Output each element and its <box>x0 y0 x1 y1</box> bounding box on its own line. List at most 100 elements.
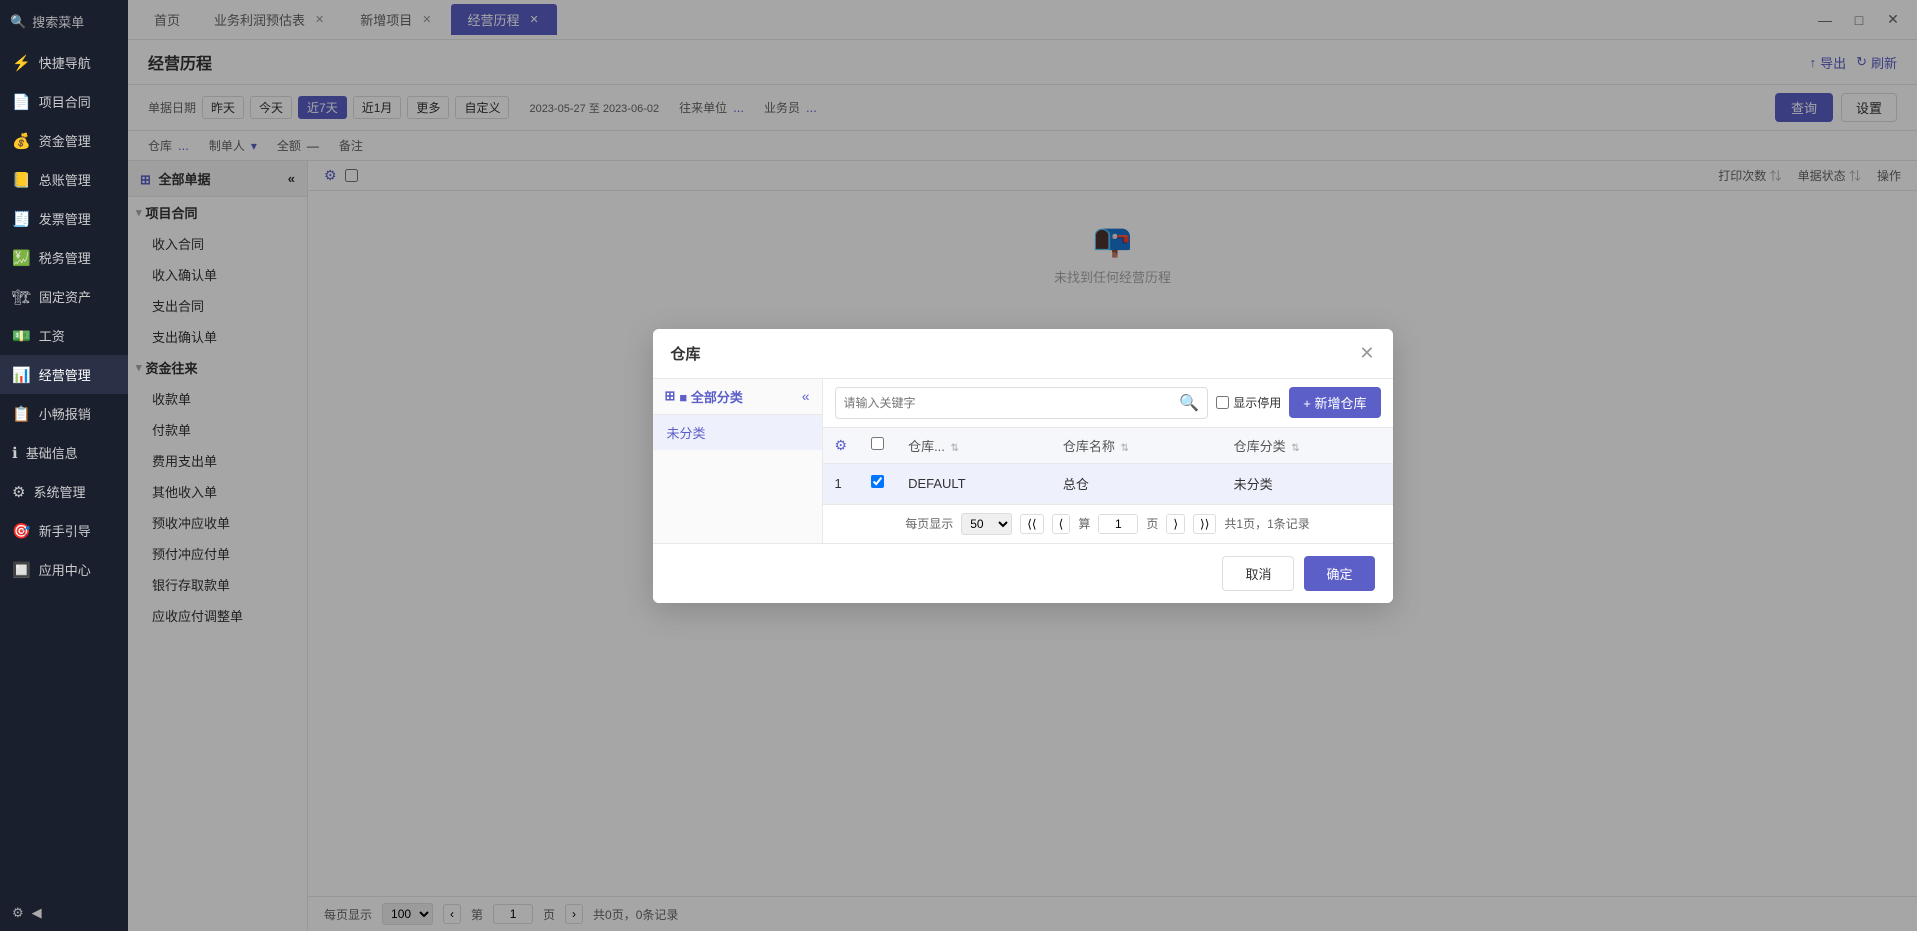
row-index: 1 <box>823 463 860 503</box>
row-category: 未分类 <box>1222 463 1393 503</box>
dialog-close-button[interactable]: ✕ <box>1359 344 1374 362</box>
show-disabled-label: 显示停用 <box>1233 394 1281 411</box>
add-warehouse-button[interactable]: + 新增仓库 <box>1289 387 1380 418</box>
row-checkbox[interactable] <box>871 475 884 488</box>
grid-cat-icon: ⊞ <box>665 388 676 404</box>
show-disabled-checkbox-group: 显示停用 <box>1216 394 1281 411</box>
sidebar: 🔍 搜索菜单 ⚡ 快捷导航 📄 项目合同 💰 资金管理 📒 总账管理 🧾 发票管… <box>0 0 128 931</box>
sidebar-item-system[interactable]: ⚙ 系统管理 <box>0 472 128 511</box>
sidebar-item-label: 项目合同 <box>39 92 91 111</box>
sidebar-item-xiaochang[interactable]: 📋 小畅报销 <box>0 394 128 433</box>
col-name: 仓库名称 ⇅ <box>1051 428 1222 464</box>
dialog-page-suffix: 页 <box>1146 515 1158 532</box>
sidebar-item-label: 发票管理 <box>39 209 91 228</box>
guide-icon: 🎯 <box>12 522 31 540</box>
dialog-first-page-btn[interactable]: ⟨⟨ <box>1020 514 1043 534</box>
app-icon: 🔲 <box>12 561 31 579</box>
sidebar-item-label: 新手引导 <box>39 521 91 540</box>
sidebar-item-label: 总账管理 <box>39 170 91 189</box>
sidebar-search[interactable]: 🔍 搜索菜单 <box>0 0 128 43</box>
confirm-button[interactable]: 确定 <box>1304 556 1374 591</box>
tax-icon: 💹 <box>12 249 31 267</box>
dialog-per-page-select[interactable]: 50 20 100 <box>961 513 1012 535</box>
sidebar-item-fixed-assets[interactable]: 🏗 固定资产 <box>0 277 128 316</box>
table-row[interactable]: 1 DEFAULT 总仓 未分类 <box>823 463 1393 503</box>
operations-icon: 📊 <box>12 366 31 384</box>
row-checkbox-cell <box>859 463 896 503</box>
sidebar-item-project-contract[interactable]: 📄 项目合同 <box>0 82 128 121</box>
dialog-table-header-row: ⚙ 仓库... ⇅ <box>823 428 1393 464</box>
search-input[interactable] <box>836 391 1172 415</box>
xiaochang-icon: 📋 <box>12 405 31 423</box>
sidebar-item-label: 税务管理 <box>39 248 91 267</box>
dialog-table: ⚙ 仓库... ⇅ <box>823 428 1393 504</box>
sidebar-item-label: 小畅报销 <box>39 404 91 423</box>
category-header: ⊞ ■ 全部分类 « <box>653 379 822 415</box>
col-settings-icon[interactable]: ⚙ <box>835 437 848 453</box>
sidebar-item-salary[interactable]: 💵 工资 <box>0 316 128 355</box>
general-ledger-icon: 📒 <box>12 171 31 189</box>
col-code-sort-icon: ⇅ <box>951 443 959 454</box>
category-list: 未分类 <box>653 415 822 479</box>
sidebar-item-quick-nav[interactable]: ⚡ 快捷导航 <box>0 43 128 82</box>
sidebar-item-guide[interactable]: 🎯 新手引导 <box>0 511 128 550</box>
collapse-bottom-icon[interactable]: ◀ <box>32 905 42 921</box>
dialog-last-page-btn[interactable]: ⟩⟩ <box>1193 514 1216 534</box>
search-input-wrap: 🔍 <box>835 387 1209 419</box>
invoice-icon: 🧾 <box>12 210 31 228</box>
sidebar-item-general-ledger[interactable]: 📒 总账管理 <box>0 160 128 199</box>
main-area: 首页 业务利润预估表 ✕ 新增项目 ✕ 经营历程 ✕ — □ ✕ 经营历程 ↑ … <box>128 0 1917 931</box>
col-code: 仓库... ⇅ <box>896 428 1051 464</box>
all-categories-label[interactable]: ⊞ ■ 全部分类 <box>665 387 743 406</box>
sidebar-item-label: 资金管理 <box>39 131 91 150</box>
col-settings: ⚙ <box>823 428 860 464</box>
search-icon: 🔍 <box>10 14 26 30</box>
sidebar-item-app[interactable]: 🔲 应用中心 <box>0 550 128 589</box>
dialog-header: 仓库 ✕ <box>653 329 1393 379</box>
project-contract-icon: 📄 <box>12 93 31 111</box>
sidebar-item-label: 固定资产 <box>39 287 91 306</box>
col-name-sort-icon: ⇅ <box>1120 443 1128 454</box>
dialog-page-input[interactable] <box>1098 514 1138 534</box>
dialog-table-wrapper: ⚙ 仓库... ⇅ <box>823 428 1393 504</box>
sidebar-item-label: 工资 <box>39 326 65 345</box>
sidebar-item-invoice[interactable]: 🧾 发票管理 <box>0 199 128 238</box>
fixed-assets-icon: 🏗 <box>12 288 31 306</box>
basic-info-icon: ℹ <box>12 444 18 462</box>
sidebar-item-basic-info[interactable]: ℹ 基础信息 <box>0 433 128 472</box>
category-panel: ⊞ ■ 全部分类 « 未分类 <box>653 379 823 543</box>
dialog-next-page-btn[interactable]: ⟩ <box>1166 514 1185 534</box>
dialog-total-info: 共1页，1条记录 <box>1224 515 1309 532</box>
dialog-prev-page-btn[interactable]: ⟨ <box>1052 514 1071 534</box>
cancel-button[interactable]: 取消 <box>1222 556 1294 591</box>
sidebar-item-label: 基础信息 <box>26 443 78 462</box>
settings-bottom-icon[interactable]: ⚙ <box>12 905 24 921</box>
cat-scroll-area <box>653 479 822 543</box>
row-name: 总仓 <box>1051 463 1222 503</box>
quick-nav-icon: ⚡ <box>12 54 31 72</box>
dialog-footer: 取消 确定 <box>653 543 1393 603</box>
sidebar-item-label: 系统管理 <box>33 482 85 501</box>
sidebar-item-label: 应用中心 <box>39 560 91 579</box>
category-item-uncategorized[interactable]: 未分类 <box>653 415 822 450</box>
sidebar-item-fund-management[interactable]: 💰 资金管理 <box>0 121 128 160</box>
dialog-per-page-label: 每页显示 <box>905 515 953 532</box>
col-checkbox <box>859 428 896 464</box>
show-disabled-checkbox[interactable] <box>1216 396 1229 409</box>
sidebar-bottom: ⚙ ◀ <box>0 895 128 931</box>
search-icon-btn[interactable]: 🔍 <box>1171 388 1207 418</box>
dialog-page-label: 算 <box>1078 515 1090 532</box>
salary-icon: 💵 <box>12 327 31 345</box>
dialog-title: 仓库 <box>671 343 701 364</box>
dialog-body: ⊞ ■ 全部分类 « 未分类 <box>653 379 1393 543</box>
category-collapse-btn[interactable]: « <box>802 388 810 404</box>
col-category: 仓库分类 ⇅ <box>1222 428 1393 464</box>
sidebar-item-tax[interactable]: 💹 税务管理 <box>0 238 128 277</box>
system-icon: ⚙ <box>12 483 25 501</box>
sidebar-item-operations[interactable]: 📊 经营管理 <box>0 355 128 394</box>
select-all-dialog-checkbox[interactable] <box>871 437 884 450</box>
overlay: 仓库 ✕ ⊞ ■ 全部分类 « 未分类 <box>128 0 1917 931</box>
sidebar-item-label: 经营管理 <box>39 365 91 384</box>
row-code: DEFAULT <box>896 463 1051 503</box>
col-category-sort-icon: ⇅ <box>1291 443 1299 454</box>
